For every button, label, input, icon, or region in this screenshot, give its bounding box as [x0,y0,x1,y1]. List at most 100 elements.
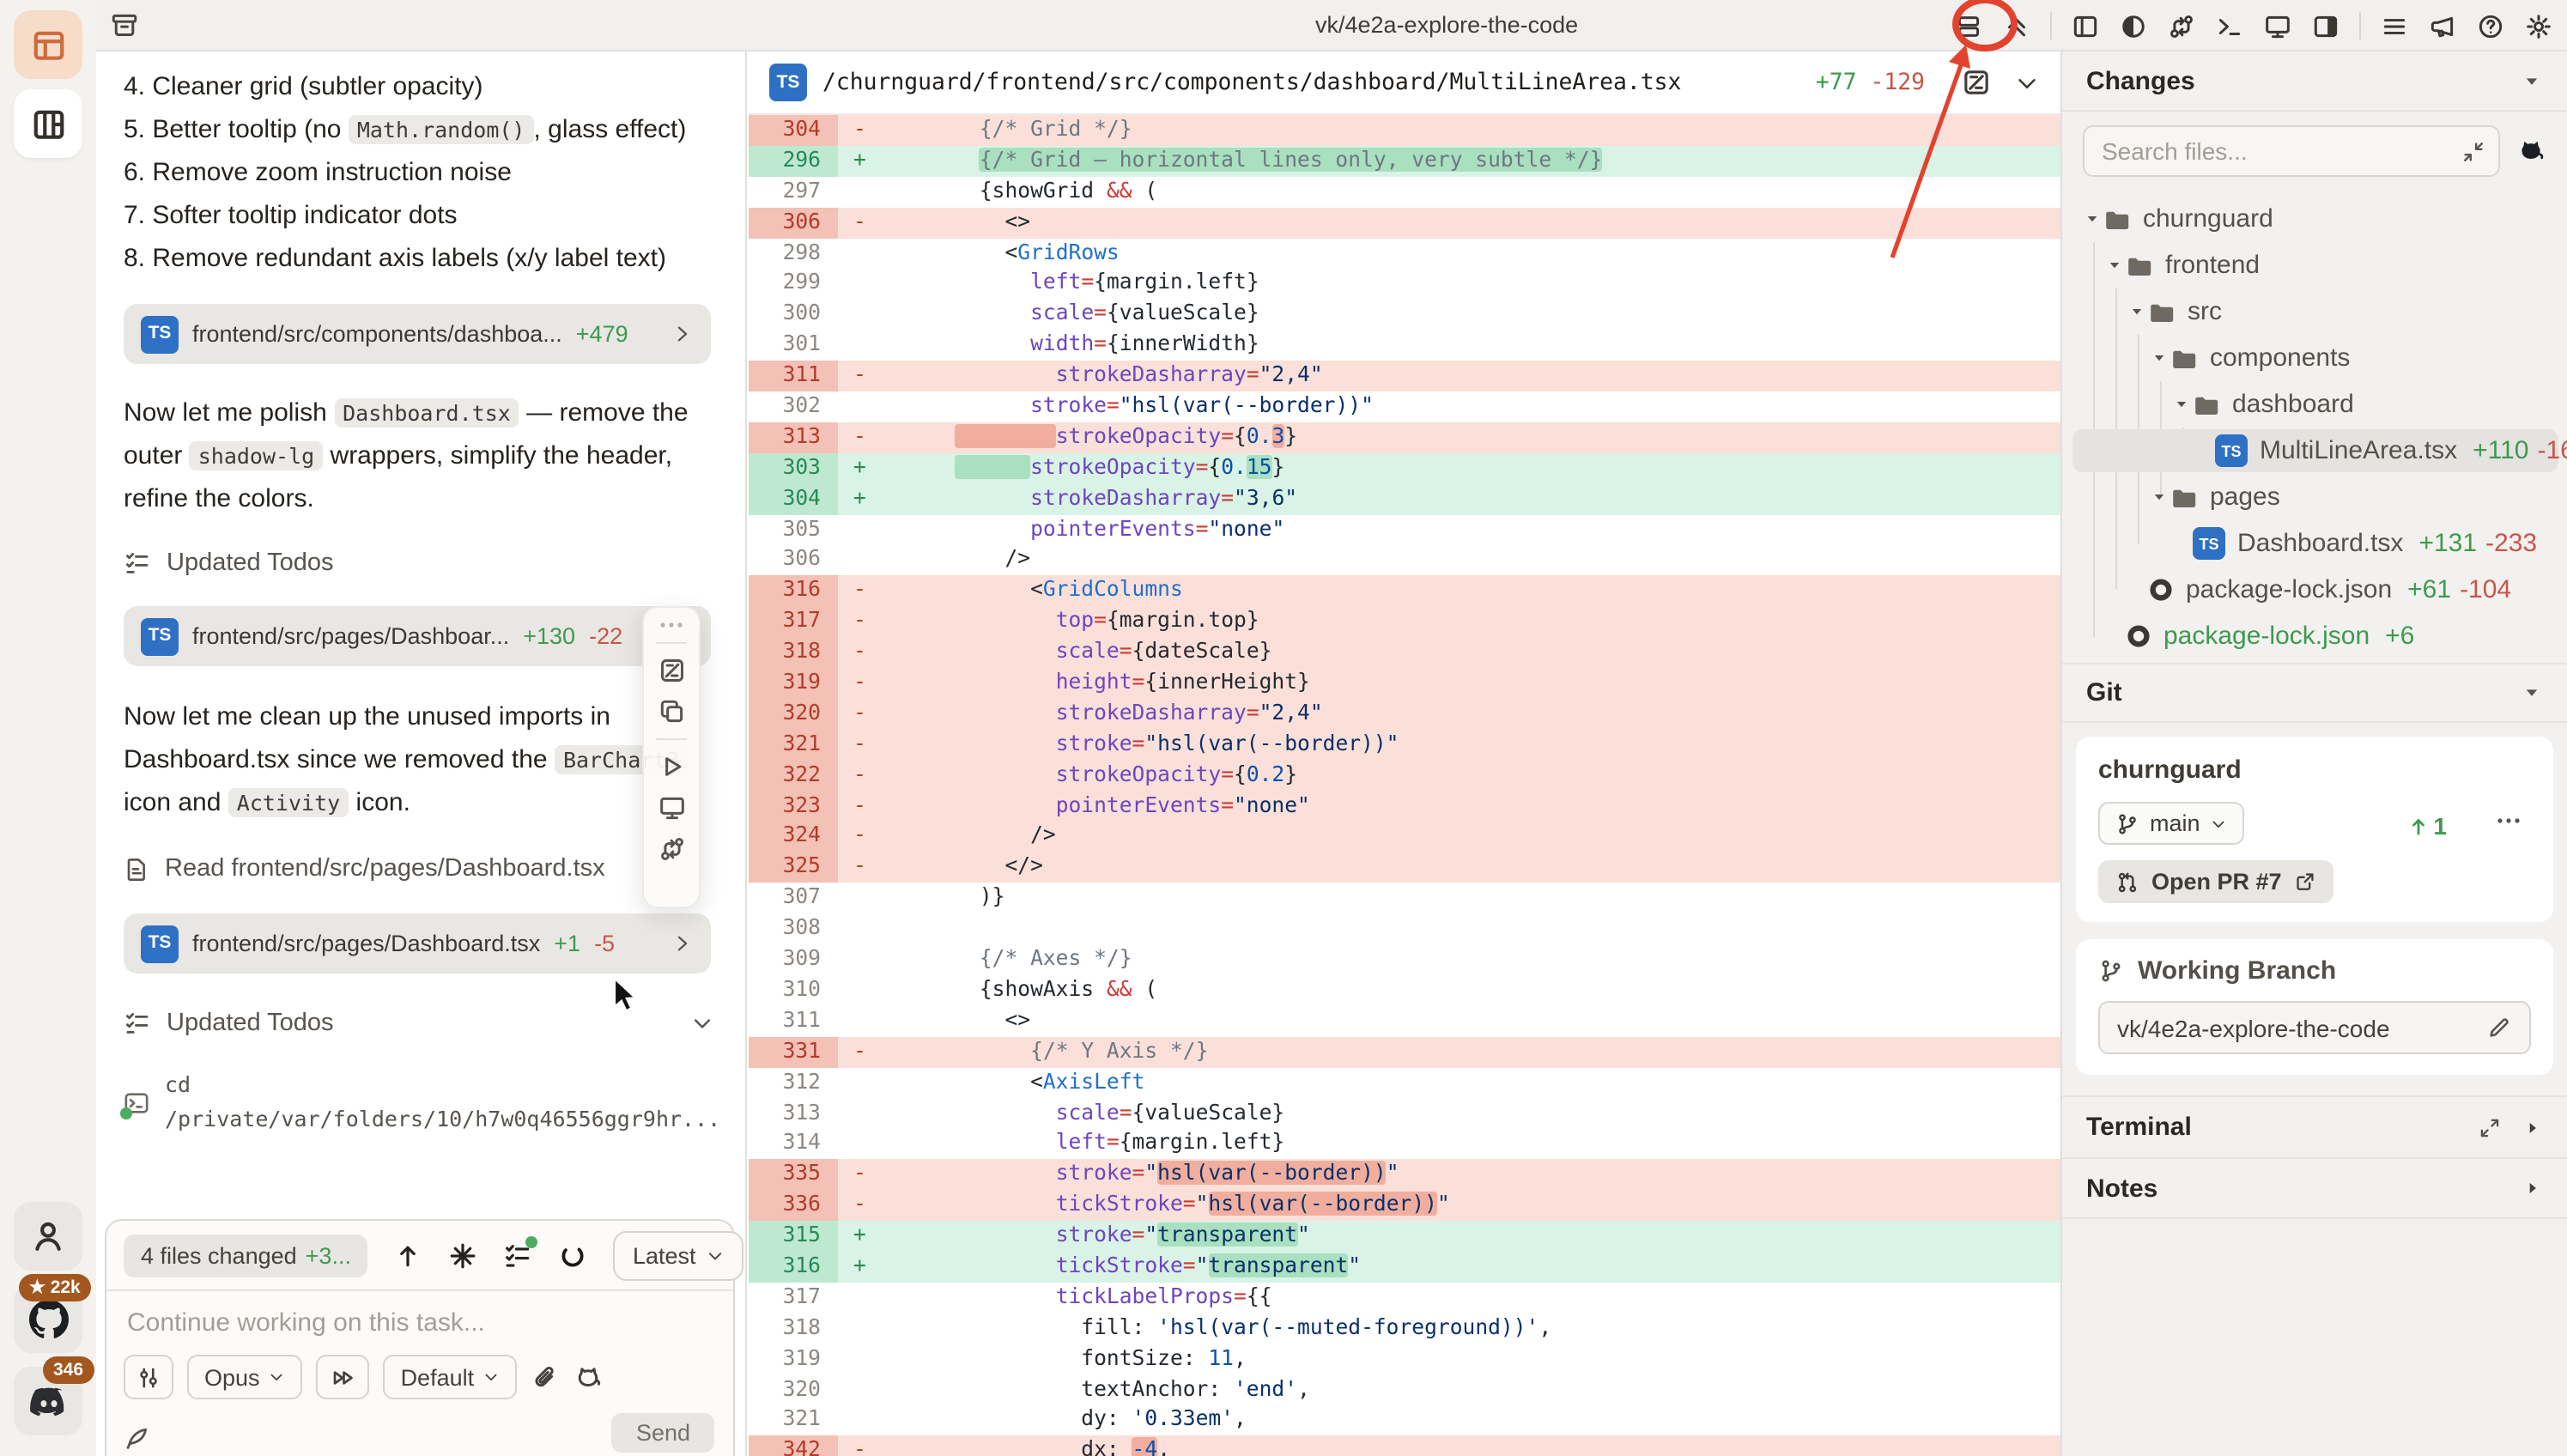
inline-code: Math.random() [349,115,534,144]
megaphone-icon[interactable] [2428,11,2457,40]
play-icon[interactable] [657,752,686,781]
code-line: pointerEvents="none" [883,791,1310,822]
line-number: 319 [749,668,838,699]
collapse-tree-icon[interactable] [2461,139,2486,165]
caret-down-icon[interactable] [2079,209,2103,228]
expand-icon[interactable] [2478,1115,2502,1139]
todo-update-row[interactable]: Updated Todos [124,546,714,580]
working-branch-input[interactable]: vk/4e2a-explore-the-code [2098,1001,2531,1054]
more-options-icon[interactable] [2495,816,2522,826]
added-count: +131 [2418,529,2477,558]
send-button[interactable]: Send [612,1413,714,1453]
line-number: 310 [749,975,838,1006]
tree-item-dashboard[interactable]: dashboard [2062,381,2567,428]
monitor-icon[interactable] [2263,11,2292,40]
file-edit-chip[interactable]: TS frontend/src/components/dashboa... +4… [124,304,711,364]
model-dropdown[interactable]: Opus [187,1355,303,1399]
tree-item-multilinearea-tsx[interactable]: TSMultiLineArea.tsx+110-162 [2062,428,2567,474]
terminal-icon[interactable] [2215,11,2244,40]
attach-paperclip-icon[interactable] [531,1362,560,1392]
tree-item-dashboard-tsx[interactable]: TSDashboard.tsx+131-233 [2062,520,2567,567]
chevron-right-icon [671,932,694,955]
code-line: tickStroke="transparent" [883,1252,1361,1283]
tree-item-frontend[interactable]: frontend [2062,242,2567,288]
cat-agent-icon[interactable] [2515,136,2546,167]
code-line: {/* Grid — horizontal lines only, very s… [883,146,1602,177]
notes-section-header[interactable]: Notes [2062,1157,2567,1219]
diff-view-icon[interactable] [1961,67,1992,98]
tree-item-package-lock-json[interactable]: package-lock.json+61-104 [2062,567,2567,613]
latest-dropdown[interactable]: Latest [614,1230,744,1280]
message-input[interactable]: Continue working on this task... [106,1291,733,1344]
line-number: 331 [749,1036,838,1067]
arrow-up-icon[interactable] [394,1241,423,1270]
diff-row: 310 {showAxis && ( [749,975,2060,1006]
caret-down-icon[interactable] [2124,302,2148,321]
caret-down-icon[interactable] [2102,256,2126,275]
list-item: 5. Better tooltip (no Math.random(), gla… [124,108,714,151]
toggle-views-icon[interactable] [1954,11,1983,40]
files-changed-chip[interactable]: 4 files changed +3... [124,1234,368,1277]
file-edit-chip[interactable]: TS frontend/src/pages/Dashboar... +130 -… [124,606,711,666]
tree-item-package-lock-json[interactable]: package-lock.json+6 [2062,613,2567,659]
file-edit-chip[interactable]: TS frontend/src/pages/Dashboard.tsx +1 -… [124,913,711,974]
cat-agent-icon[interactable] [573,1362,603,1392]
board-view-button[interactable] [14,89,82,158]
terminal-section-header[interactable]: Terminal [2062,1095,2567,1157]
edit-pencil-icon[interactable] [2486,1015,2512,1040]
drag-handle-dots-icon[interactable] [658,620,685,630]
threads-view-button[interactable] [14,10,82,79]
diff-view-icon[interactable] [657,656,686,685]
collapse-all-icon[interactable] [2002,11,2031,40]
quill-icon[interactable] [124,1423,151,1451]
menu-icon[interactable] [2380,11,2409,40]
tree-item-src[interactable]: src [2062,288,2567,335]
help-icon[interactable] [2476,11,2505,40]
code-line: <GridRows [883,238,1120,269]
line-number: 311 [749,361,838,391]
branch-dropdown[interactable]: main [2098,802,2245,845]
model-settings-button[interactable] [124,1355,173,1399]
diff-marker: + [838,1252,883,1283]
open-pr-button[interactable]: Open PR #7 [2098,860,2333,903]
git-section-header[interactable]: Git [2062,663,2567,723]
diff-row: 325- </> [749,852,2060,883]
account-button[interactable] [14,1202,82,1271]
archive-icon[interactable] [110,10,139,39]
sparkle-icon[interactable] [449,1241,478,1270]
diff-row: 296+ {/* Grid — horizontal lines only, v… [749,146,2060,177]
caret-down-icon[interactable] [2146,488,2170,507]
chat-bubble-icon[interactable] [2119,11,2148,40]
panel-right-icon[interactable] [2311,11,2340,40]
caret-down-icon[interactable] [2169,395,2193,414]
ts-file-icon: TS [141,925,179,962]
tree-item-pages[interactable]: pages [2062,474,2567,520]
git-compare-icon[interactable] [2167,11,2196,40]
panel-left-icon[interactable] [2071,11,2100,40]
diff-file-header[interactable]: TS /churnguard/frontend/src/components/d… [749,52,2060,115]
diff-row: 304- {/* Grid */} [749,115,2060,146]
chevron-down-icon[interactable] [2014,70,2040,95]
terminal-command-row[interactable]: cd /private/var/folders/10/h7w0q46556ggr… [124,1068,714,1137]
changes-section-header[interactable]: Changes [2062,52,2567,112]
chevron-down-icon[interactable] [690,1011,714,1035]
app-window: vk/4e2a-explore-the-code ★ [0,0,2567,1456]
git-compare-icon[interactable] [657,834,686,864]
monitor-icon[interactable] [657,793,686,822]
diff-row: 311 <> [749,1006,2060,1037]
todo-update-row[interactable]: Updated Todos [124,1006,714,1040]
diff-row: 308 [749,913,2060,944]
fast-forward-button[interactable] [317,1355,370,1399]
search-files-input[interactable]: Search files... [2083,125,2500,177]
json-file-icon [2126,623,2151,649]
code-line: <> [883,207,1030,238]
copy-icon[interactable] [657,697,686,726]
read-file-row[interactable]: Read frontend/src/pages/Dashboard.tsx [124,852,714,886]
tree-item-components[interactable]: components [2062,335,2567,381]
tree-item-churnguard[interactable]: churnguard [2062,196,2567,242]
mode-dropdown[interactable]: Default [384,1355,518,1399]
todos-icon[interactable] [504,1241,533,1270]
caret-down-icon[interactable] [2146,349,2170,367]
settings-gear-icon[interactable] [2524,11,2553,40]
assistant-paragraph: Now let me clean up the unused imports i… [124,695,714,824]
